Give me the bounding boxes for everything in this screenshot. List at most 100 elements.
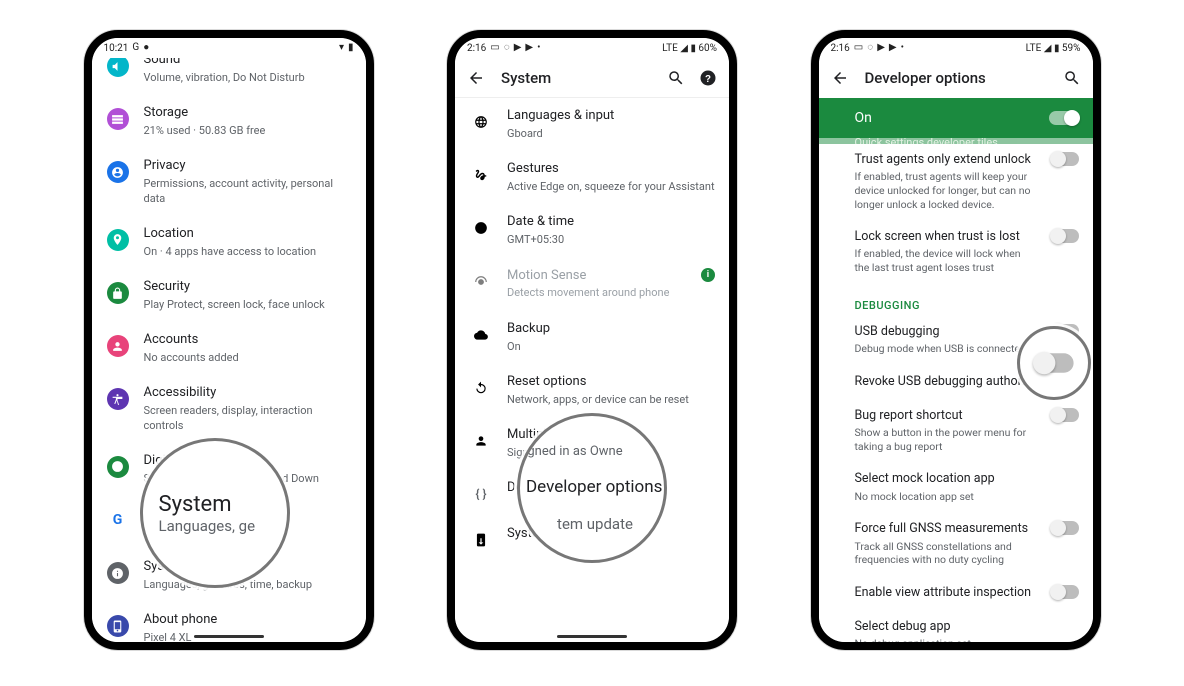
phone-dev-options: 2:16 ▭ ◌ ▶ ▶ • LTE ◢ ▮ 59% Developer opt… — [811, 30, 1101, 650]
status-time: 2:16 — [831, 43, 850, 54]
toggle[interactable] — [1051, 229, 1079, 243]
notif-icon: • — [901, 43, 904, 53]
item-sub: No debug application set — [855, 637, 1079, 642]
item-title: Sound — [144, 58, 352, 69]
help-icon[interactable]: ? — [699, 69, 717, 87]
dev-item-lock-screen-when-trust-is-lost[interactable]: Lock screen when trust is lost If enable… — [819, 221, 1093, 285]
item-title: Enable view attribute inspection — [855, 585, 1037, 601]
item-title: Lock screen when trust is lost — [855, 229, 1037, 245]
item-sub: 21% used · 50.83 GB free — [144, 124, 352, 138]
item-sub: Volume, vibration, Do Not Disturb — [144, 71, 352, 85]
notif-icon: ◌ — [504, 43, 510, 53]
toggle[interactable] — [1051, 585, 1079, 599]
settings-item-storage[interactable]: Storage 21% used · 50.83 GB free — [92, 95, 366, 148]
status-bar: 2:16 ▭ ◌ ▶ ▶ • LTE ◢ ▮ 60% — [455, 38, 729, 58]
item-title: Trust agents only extend unlock — [855, 152, 1037, 168]
status-right: LTE ◢ ▮ 60% — [662, 43, 717, 54]
magnifier-above: gned in as Owne — [526, 444, 664, 459]
system-item-motion-sense[interactable]: Motion Sense Detects movement around pho… — [455, 258, 729, 311]
item-title: Location — [144, 226, 352, 243]
partial-row-top: Quick settings developer tiles — [819, 136, 1093, 144]
item-sub: Gboard — [507, 127, 715, 141]
dev-item-select-mock-location-app[interactable]: Select mock location app No mock locatio… — [819, 463, 1093, 513]
item-sub: Permissions, account activity, personal … — [144, 177, 352, 206]
system-item-reset-options[interactable]: Reset options Network, apps, or device c… — [455, 364, 729, 417]
back-icon[interactable] — [831, 69, 849, 87]
magnifier-system: System Languages, ge — [140, 438, 290, 588]
item-title: Gestures — [507, 161, 715, 178]
item-title: About phone — [144, 612, 352, 629]
phone-system-screen: 2:16 ▭ ◌ ▶ ▶ • LTE ◢ ▮ 60% System — [447, 30, 737, 650]
master-toggle[interactable] — [1049, 111, 1079, 125]
dot-icon: ● — [143, 43, 149, 53]
item-sub: GMT+05:30 — [507, 233, 715, 247]
item-title: Accessibility — [144, 385, 352, 402]
magnifier-usb-toggle — [1017, 326, 1091, 400]
back-icon[interactable] — [467, 69, 485, 87]
item-sub: No mock location app set — [855, 490, 1079, 504]
system-item-date-time[interactable]: Date & time GMT+05:30 — [455, 204, 729, 257]
toggle[interactable] — [1051, 408, 1079, 422]
notif-icon: ▭ — [490, 43, 499, 53]
item-title: Reset options — [507, 374, 715, 391]
item-title: Select mock location app — [855, 471, 1079, 487]
item-title: Security — [144, 279, 352, 296]
magnifier-title: System — [159, 492, 287, 517]
item-sub: Play Protect, screen lock, face unlock — [144, 298, 352, 312]
item-title: Storage — [144, 105, 352, 122]
item-title: Motion Sense — [507, 268, 687, 285]
item-title: Bug report shortcut — [855, 408, 1037, 424]
notif-icon: ◌ — [867, 43, 873, 53]
toggle[interactable] — [1051, 152, 1079, 166]
item-sub: Detects movement around phone — [507, 286, 687, 300]
toggle[interactable] — [1051, 521, 1079, 535]
dev-item-force-full-gnss-measurements[interactable]: Force full GNSS measurements Track all G… — [819, 513, 1093, 577]
item-sub: Debug mode when USB is connected — [855, 342, 1037, 356]
phone-settings-main: 10:21 G ● ▾ ▮ Sound Volume, vibration, D… — [84, 30, 374, 650]
info-icon[interactable]: i — [701, 268, 715, 282]
settings-item-security[interactable]: Security Play Protect, screen lock, face… — [92, 269, 366, 322]
item-title: Force full GNSS measurements — [855, 521, 1037, 537]
magnifier-below: tem update — [526, 515, 664, 533]
item-sub: On · 4 apps have access to location — [144, 245, 352, 259]
svg-text:?: ? — [705, 73, 711, 84]
appbar-title: System — [501, 69, 551, 87]
notif-icon: ▶ — [525, 43, 533, 53]
home-indicator[interactable] — [557, 635, 627, 638]
battery-icon: ▮ — [348, 43, 354, 53]
app-bar: Developer options — [819, 58, 1093, 98]
notif-icon: ▶ — [889, 43, 897, 53]
settings-item-accounts[interactable]: Accounts No accounts added — [92, 322, 366, 375]
dev-item-enable-view-attribute-inspection[interactable]: Enable view attribute inspection — [819, 577, 1093, 611]
item-sub: Active Edge on, squeeze for your Assista… — [507, 180, 715, 194]
item-sub: Show a button in the power menu for taki… — [855, 426, 1037, 453]
app-bar: System ? — [455, 58, 729, 98]
settings-item-location[interactable]: Location On · 4 apps have access to loca… — [92, 216, 366, 269]
search-icon[interactable] — [1063, 69, 1081, 87]
settings-item-accessibility[interactable]: Accessibility Screen readers, display, i… — [92, 375, 366, 442]
item-sub: If enabled, the device will lock when th… — [855, 247, 1037, 274]
dev-item-bug-report-shortcut[interactable]: Bug report shortcut Show a button in the… — [819, 400, 1093, 464]
search-icon[interactable] — [667, 69, 685, 87]
item-title: Accounts — [144, 332, 352, 349]
dev-item-trust-agents-only-extend-unlock[interactable]: Trust agents only extend unlock If enabl… — [819, 144, 1093, 221]
item-sub: If enabled, trust agents will keep your … — [855, 170, 1037, 211]
settings-item-privacy[interactable]: Privacy Permissions, account activity, p… — [92, 148, 366, 215]
settings-item-sound[interactable]: Sound Volume, vibration, Do Not Disturb — [92, 58, 366, 95]
system-item-backup[interactable]: Backup On — [455, 311, 729, 364]
item-sub: Network, apps, or device can be reset — [507, 393, 715, 407]
magnifier-developer: gned in as Owne Developer options tem up… — [517, 413, 667, 563]
usb-debugging-toggle[interactable] — [1034, 353, 1073, 373]
system-item-gestures[interactable]: Gestures Active Edge on, squeeze for you… — [455, 151, 729, 204]
system-item-languages-input[interactable]: Languages & input Gboard — [455, 98, 729, 151]
home-indicator[interactable] — [194, 635, 264, 638]
item-title: Privacy — [144, 158, 352, 175]
wifi-icon: ▾ — [339, 43, 344, 53]
dev-item-select-debug-app[interactable]: Select debug app No debug application se… — [819, 611, 1093, 642]
notif-icon: ▶ — [514, 43, 522, 53]
master-switch-label: On — [855, 110, 872, 126]
item-title: Select debug app — [855, 619, 1079, 635]
master-switch-row[interactable]: On — [819, 98, 1093, 138]
status-right: LTE ◢ ▮ 59% — [1026, 43, 1081, 54]
item-sub: On — [507, 340, 715, 354]
